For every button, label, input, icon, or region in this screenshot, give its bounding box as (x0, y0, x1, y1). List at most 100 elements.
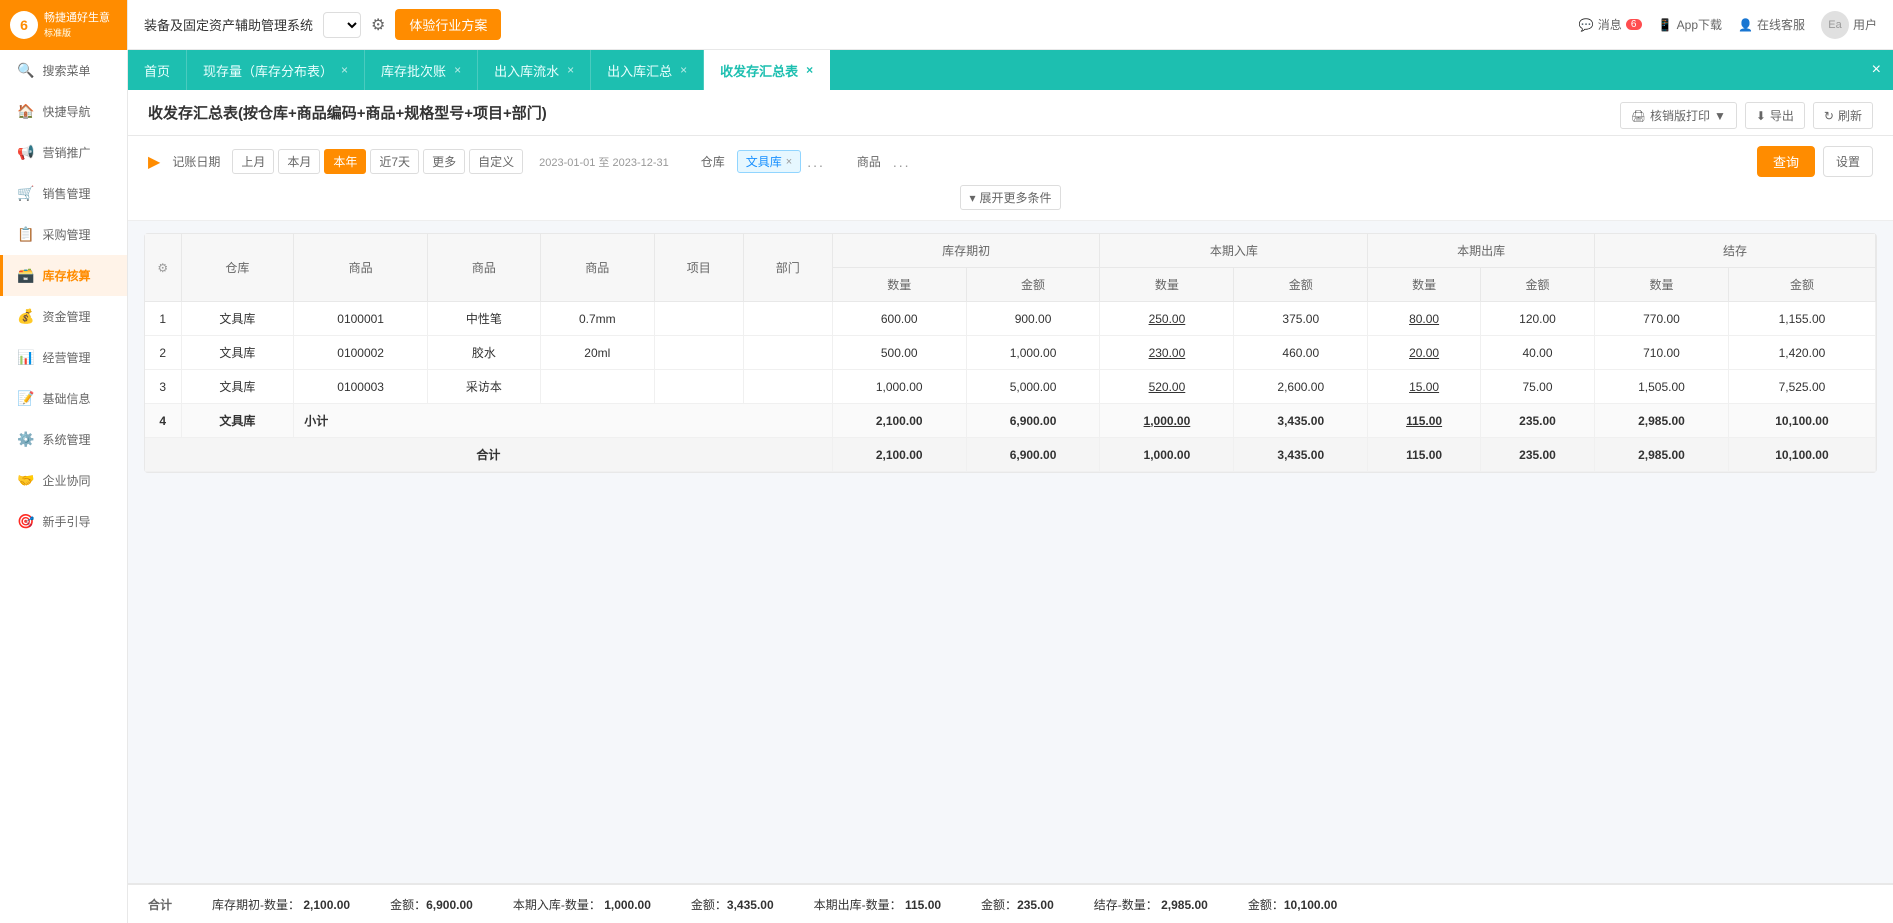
total-opening-qty: 2,100.00 (832, 438, 966, 472)
row-in-qty[interactable]: 230.00 (1100, 336, 1234, 370)
subtotal-opening-qty: 2,100.00 (832, 404, 966, 438)
sidebar-item-marketing-label: 营销推广 (42, 144, 90, 161)
sidebar: 6 畅捷通好生意 标准版 🔍 搜索菜单 🏠 快捷导航 📢 营销推广 🛒 销售管理… (0, 0, 128, 923)
settings-gear-icon[interactable]: ⚙ (371, 15, 385, 35)
last-month-btn[interactable]: 上月 (232, 149, 274, 174)
this-month-btn[interactable]: 本月 (278, 149, 320, 174)
tab-home[interactable]: 首页 (128, 50, 187, 90)
row-out-qty[interactable]: 20.00 (1368, 336, 1481, 370)
col-balance-amt-header: 金额 (1728, 268, 1875, 302)
col-out-qty-header: 数量 (1368, 268, 1481, 302)
user-menu[interactable]: Ea 用户 (1821, 11, 1877, 39)
sidebar-item-finance-label: 资金管理 (42, 308, 90, 325)
this-year-btn[interactable]: 本年 (324, 149, 366, 174)
refresh-button[interactable]: ↻ 刷新 (1813, 102, 1873, 129)
col-name-header: 商品 (428, 234, 541, 302)
tab-inout-flow-close[interactable]: × (567, 63, 574, 77)
table-row: 2 文具库 0100002 胶水 20ml 500.00 1,000.00 23… (145, 336, 1876, 370)
warehouse-tag-text: 文具库 (746, 153, 782, 170)
last-7days-btn[interactable]: 近7天 (370, 149, 419, 174)
row-no: 1 (145, 302, 181, 336)
total-out-amt: 235.00 (1480, 438, 1594, 472)
trial-button[interactable]: 体验行业方案 (395, 9, 501, 40)
warehouse-tag-remove[interactable]: × (786, 156, 792, 168)
row-out-qty[interactable]: 80.00 (1368, 302, 1481, 336)
tab-inventory-dist-close[interactable]: × (341, 63, 348, 77)
sidebar-item-marketing[interactable]: 📢 营销推广 (0, 132, 127, 173)
table-wrapper: ⚙ 仓库 商品 商品 商品 项目 部门 库存期初 本期入库 本期出库 结存 (145, 234, 1876, 472)
row-dept (743, 336, 832, 370)
row-in-qty[interactable]: 520.00 (1100, 370, 1234, 404)
expand-conditions-btn[interactable]: ▾ 展开更多条件 (960, 185, 1060, 210)
sidebar-item-sales-label: 销售管理 (42, 185, 90, 202)
sidebar-item-enterprise[interactable]: 🤝 企业协同 (0, 460, 127, 501)
product-filter-label: 商品 (857, 153, 881, 170)
tab-batch-close[interactable]: × (454, 63, 461, 77)
subtotal-out-qty[interactable]: 115.00 (1368, 404, 1481, 438)
row-opening-amt: 900.00 (966, 302, 1100, 336)
sidebar-item-quick-nav[interactable]: 🏠 快捷导航 (0, 91, 127, 132)
sidebar-item-inventory[interactable]: 🗃️ 库存核算 (0, 255, 127, 296)
message-btn[interactable]: 💬 消息 6 (1579, 16, 1642, 33)
tab-recv-send-summary[interactable]: 收发存汇总表 × (704, 50, 830, 90)
row-balance-amt: 1,155.00 (1728, 302, 1875, 336)
sidebar-item-search[interactable]: 🔍 搜索菜单 (0, 50, 127, 91)
export-button[interactable]: ⬇ 导出 (1745, 102, 1805, 129)
sidebar-item-system[interactable]: ⚙️ 系统管理 (0, 419, 127, 460)
settings-button[interactable]: 设置 (1823, 146, 1873, 177)
row-balance-amt: 7,525.00 (1728, 370, 1875, 404)
sidebar-item-purchase[interactable]: 📋 采购管理 (0, 214, 127, 255)
row-in-qty[interactable]: 250.00 (1100, 302, 1234, 336)
chevron-down-icon: ▼ (1714, 109, 1726, 123)
sidebar-item-operations-label: 经营管理 (42, 349, 90, 366)
app-name: 畅捷通好生意 (44, 11, 110, 26)
row-balance-qty: 1,505.00 (1595, 370, 1729, 404)
system-select[interactable] (323, 12, 361, 38)
tab-inventory-dist[interactable]: 现存量（库存分布表） × (187, 50, 365, 90)
service-icon: 👤 (1738, 18, 1753, 32)
sidebar-item-finance[interactable]: 💰 资金管理 (0, 296, 127, 337)
col-dept-header: 部门 (743, 234, 832, 302)
table-settings-icon[interactable]: ⚙ (157, 261, 168, 275)
more-dates-btn[interactable]: 更多 (423, 149, 465, 174)
date-btn-group: 上月 本月 本年 近7天 更多 自定义 (232, 149, 523, 174)
tab-inout-summary-close[interactable]: × (680, 63, 687, 77)
row-project (654, 336, 743, 370)
filter-area: ▶ 记账日期 上月 本月 本年 近7天 更多 自定义 2023-01-01 至 … (128, 136, 1893, 221)
sidebar-item-enterprise-label: 企业协同 (42, 472, 90, 489)
total-balance-amt: 10,100.00 (1728, 438, 1875, 472)
subtotal-balance-qty: 2,985.00 (1595, 404, 1729, 438)
table-section: ⚙ 仓库 商品 商品 商品 项目 部门 库存期初 本期入库 本期出库 结存 (144, 233, 1877, 473)
sidebar-item-basic[interactable]: 📝 基础信息 (0, 378, 127, 419)
sidebar-item-guide-label: 新手引导 (42, 513, 90, 530)
subtotal-label: 小计 (294, 404, 833, 438)
close-all-tabs-icon[interactable]: × (1860, 61, 1893, 79)
row-spec (540, 370, 654, 404)
app-download-btn[interactable]: 📱 App下载 (1658, 16, 1722, 33)
tab-inout-flow[interactable]: 出入库流水 × (478, 50, 591, 90)
app-download-label: App下载 (1677, 16, 1722, 33)
filter-toggle-icon[interactable]: ▶ (148, 152, 160, 172)
sidebar-item-sales[interactable]: 🛒 销售管理 (0, 173, 127, 214)
warehouse-more-btn[interactable]: ... (807, 154, 825, 170)
footer-balance-qty: 结存-数量： 2,985.00 (1094, 896, 1208, 913)
sidebar-item-operations[interactable]: 📊 经营管理 (0, 337, 127, 378)
tab-inout-summary[interactable]: 出入库汇总 × (591, 50, 704, 90)
col-balance-qty-header: 数量 (1595, 268, 1729, 302)
row-opening-amt: 5,000.00 (966, 370, 1100, 404)
user-label: 用户 (1853, 16, 1877, 33)
row-out-qty[interactable]: 15.00 (1368, 370, 1481, 404)
app-logo: 6 畅捷通好生意 标准版 (0, 0, 127, 50)
sidebar-item-guide[interactable]: 🎯 新手引导 (0, 501, 127, 542)
product-more-btn[interactable]: ... (893, 154, 911, 170)
subtotal-balance-amt: 10,100.00 (1728, 404, 1875, 438)
guide-icon: 🎯 (17, 513, 34, 530)
query-button[interactable]: 查询 (1757, 146, 1815, 177)
tab-batch[interactable]: 库存批次账 × (365, 50, 478, 90)
print-button[interactable]: 🖨 核销版打印 ▼ (1620, 102, 1737, 129)
date-filter-label: 记账日期 (172, 153, 220, 170)
subtotal-in-qty[interactable]: 1,000.00 (1100, 404, 1234, 438)
custom-date-btn[interactable]: 自定义 (469, 149, 523, 174)
tab-recv-send-summary-close[interactable]: × (806, 63, 813, 77)
online-service-btn[interactable]: 👤 在线客服 (1738, 16, 1805, 33)
